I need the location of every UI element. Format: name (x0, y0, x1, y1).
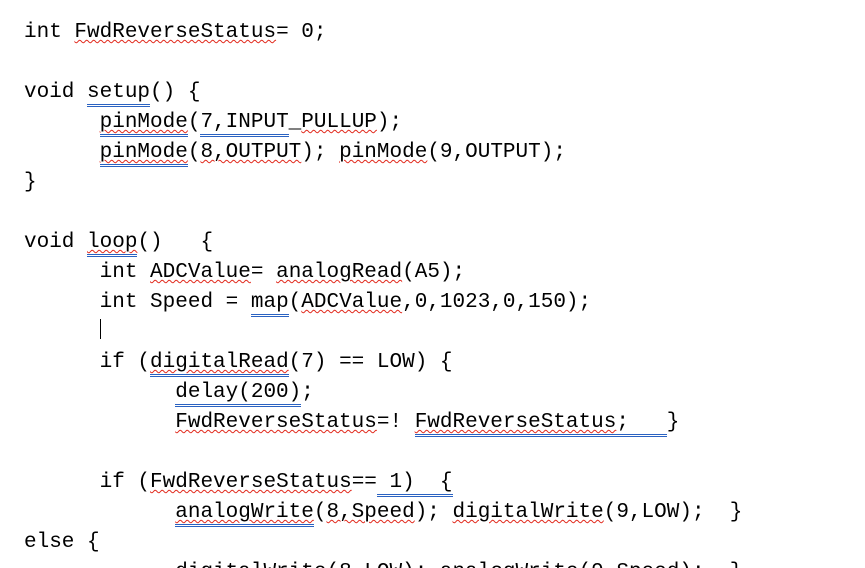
line: if (digitalRead(7) == LOW) { (24, 351, 453, 377)
line: digitalWrite(8,LOW); analogWrite(9,Speed… (24, 561, 742, 568)
line (24, 321, 101, 344)
line: void loop() { (24, 231, 213, 257)
line: pinMode(8,OUTPUT); pinMode(9,OUTPUT); (24, 141, 566, 167)
line: int Speed = map(ADCValue,0,1023,0,150); (24, 291, 591, 317)
line: FwdReverseStatus=! FwdReverseStatus; } (24, 411, 679, 437)
line: } (24, 171, 37, 194)
text-caret (100, 319, 101, 339)
line: analogWrite(8,Speed); digitalWrite(9,LOW… (24, 501, 742, 527)
code-block: int FwdReverseStatus= 0; void setup() { … (0, 0, 865, 568)
line: if (FwdReverseStatus== 1) { (24, 471, 453, 497)
line: void setup() { (24, 81, 200, 107)
line: int FwdReverseStatus= 0; (24, 21, 326, 44)
line: int ADCValue= analogRead(A5); (24, 261, 465, 284)
line: pinMode(7,INPUT_PULLUP); (24, 111, 402, 137)
line: else { (24, 531, 100, 554)
line: delay(200); (24, 381, 314, 407)
